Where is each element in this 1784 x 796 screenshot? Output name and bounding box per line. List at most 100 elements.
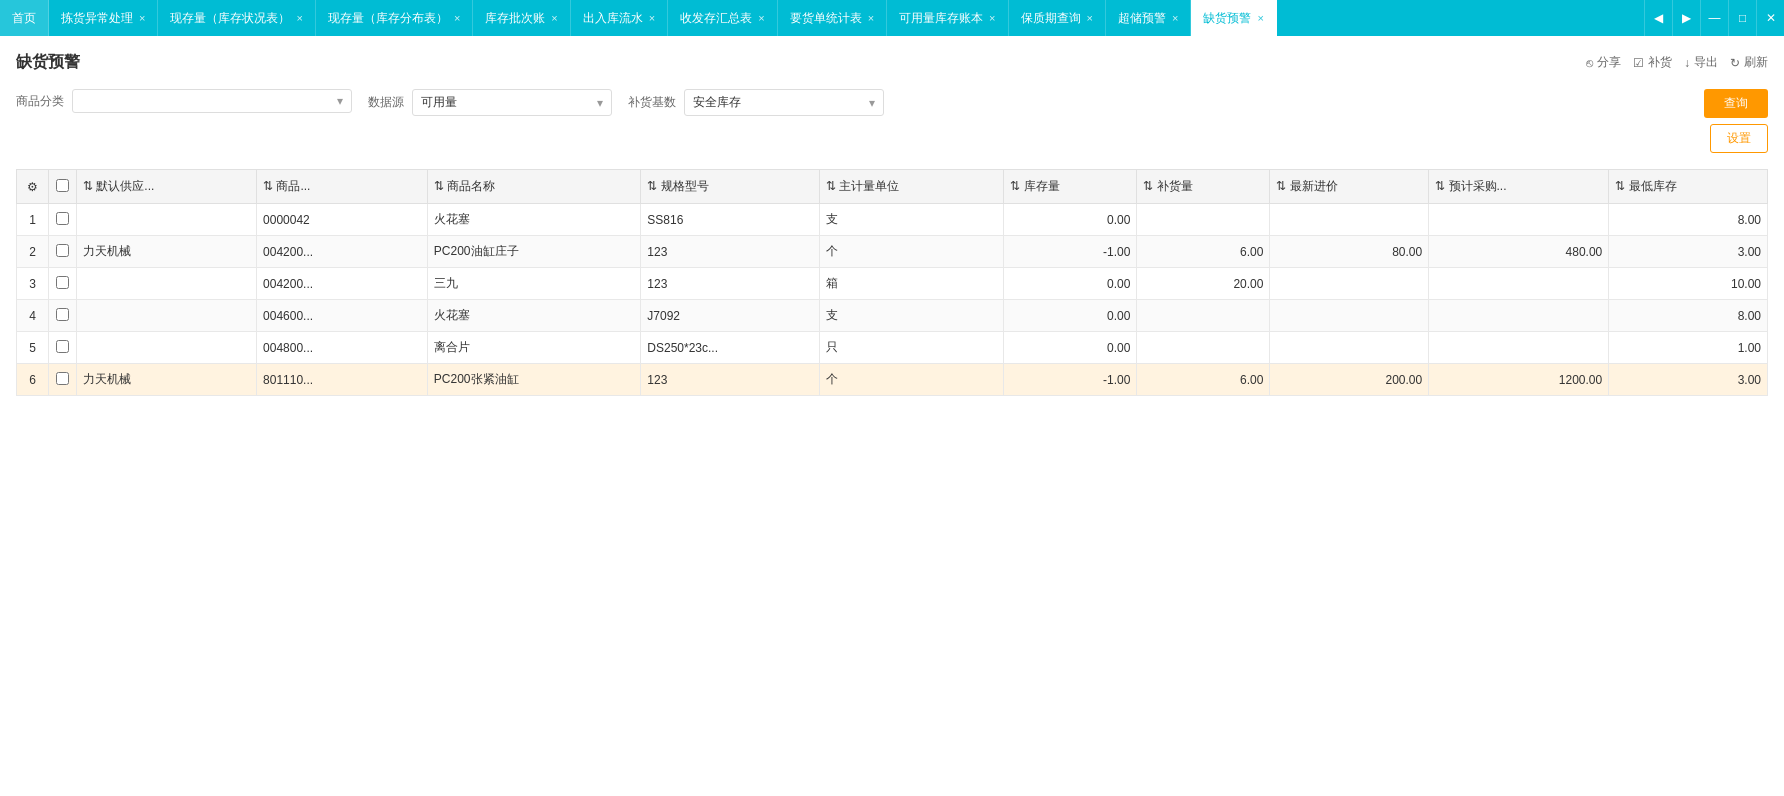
nav-tab-0[interactable]: 首页 [0,0,49,36]
share-btn[interactable]: ⎋ 分享 [1586,54,1621,71]
nav-tab-1[interactable]: 拣货异常处理 × [49,0,158,36]
table-body: 10000042火花塞SS816支0.008.002力天机械004200...P… [17,204,1768,396]
close-window-btn[interactable]: ✕ [1756,0,1784,36]
nav-tab-close-9[interactable]: × [1087,12,1093,24]
nav-tab-8[interactable]: 可用量库存账本 × [887,0,1008,36]
nav-tab-3[interactable]: 现存量（库存分布表） × [316,0,473,36]
refresh-btn[interactable]: ↻ 刷新 [1730,54,1768,71]
nav-tab-close-10[interactable]: × [1172,12,1178,24]
replenish-btn[interactable]: ☑ 补货 [1633,54,1672,71]
cell-code: 801110... [257,364,428,396]
nav-tab-4[interactable]: 库存批次账 × [473,0,570,36]
nav-tab-6[interactable]: 收发存汇总表 × [668,0,777,36]
col-settings[interactable]: ⚙ [17,170,49,204]
refresh-label: 刷新 [1744,54,1768,71]
row-checkbox[interactable] [56,372,69,385]
datasource-select[interactable]: 可用量 ▾ [412,89,612,116]
share-label: 分享 [1597,54,1621,71]
cell-replenish: 6.00 [1137,236,1270,268]
row-checkbox[interactable] [56,212,69,225]
sort-spec-icon[interactable]: ⇅ [647,179,657,193]
nav-tab-close-1[interactable]: × [139,12,145,24]
nav-tab-close-8[interactable]: × [989,12,995,24]
cell-latest_price: 80.00 [1270,236,1429,268]
sort-supplier-icon[interactable]: ⇅ [83,179,93,193]
row-checkbox[interactable] [56,340,69,353]
row-checkbox[interactable] [56,244,69,257]
nav-tab-close-2[interactable]: × [296,12,302,24]
nav-tab-label-5: 出入库流水 [583,10,643,27]
cell-supplier [77,300,257,332]
row-checkbox[interactable] [56,308,69,321]
cell-code: 004200... [257,268,428,300]
col-header-name: ⇅ 商品名称 [427,170,640,204]
replenish-base-filter: 补货基数 安全库存 ▾ [628,89,884,116]
nav-tab-label-0: 首页 [12,10,36,27]
cell-latest_price [1270,300,1429,332]
category-label: 商品分类 [16,93,64,110]
cell-estimated_purchase: 1200.00 [1429,364,1609,396]
minimize-btn[interactable]: — [1700,0,1728,36]
minstock-header-label: 最低库存 [1629,179,1677,193]
nav-tab-close-5[interactable]: × [649,12,655,24]
sort-code-icon[interactable]: ⇅ [263,179,273,193]
cell-estimated_purchase [1429,332,1609,364]
nav-tab-7[interactable]: 要货单统计表 × [778,0,887,36]
row-checkbox-cell [49,268,77,300]
nav-tab-close-6[interactable]: × [758,12,764,24]
nav-tab-9[interactable]: 保质期查询 × [1009,0,1106,36]
nav-arrows: ◀ ▶ — □ ✕ [1644,0,1784,36]
sort-stock-icon[interactable]: ⇅ [1010,179,1020,193]
settings-gear-icon: ⚙ [27,180,38,194]
sort-name-icon[interactable]: ⇅ [434,179,444,193]
nav-tab-label-7: 要货单统计表 [790,10,862,27]
cell-min_stock: 10.00 [1609,268,1768,300]
row-checkbox-cell [49,332,77,364]
export-label: 导出 [1694,54,1718,71]
table-row: 2力天机械004200...PC200油缸庄子123个-1.006.0080.0… [17,236,1768,268]
nav-tab-2[interactable]: 现存量（库存状况表） × [158,0,315,36]
name-header-label: 商品名称 [447,179,495,193]
cell-stock: -1.00 [1004,364,1137,396]
cell-unit: 只 [820,332,1004,364]
nav-tab-label-3: 现存量（库存分布表） [328,10,448,27]
cell-stock: 0.00 [1004,268,1137,300]
sort-purchase-icon[interactable]: ⇅ [1435,179,1445,193]
cell-replenish: 20.00 [1137,268,1270,300]
nav-tab-close-3[interactable]: × [454,12,460,24]
nav-tab-close-4[interactable]: × [551,12,557,24]
cell-replenish [1137,332,1270,364]
purchase-header-label: 预计采购... [1449,179,1507,193]
cell-supplier [77,268,257,300]
nav-left-arrow[interactable]: ◀ [1644,0,1672,36]
maximize-btn[interactable]: □ [1728,0,1756,36]
nav-tab-close-11[interactable]: × [1257,12,1263,24]
table-row: 4004600...火花塞J7092支0.008.00 [17,300,1768,332]
category-select[interactable]: ▾ [72,89,352,113]
query-button[interactable]: 查询 [1704,89,1768,118]
nav-tab-10[interactable]: 超储预警 × [1106,0,1191,36]
sort-unit-icon[interactable]: ⇅ [826,179,836,193]
cell-stock: 0.00 [1004,332,1137,364]
col-checkbox[interactable] [49,170,77,204]
col-header-minstock: ⇅ 最低库存 [1609,170,1768,204]
nav-right-arrow[interactable]: ▶ [1672,0,1700,36]
cell-supplier [77,332,257,364]
select-all-checkbox[interactable] [56,179,69,192]
header-actions: ⎋ 分享 ☑ 补货 ↓ 导出 ↻ 刷新 [1586,54,1768,71]
nav-tab-close-7[interactable]: × [868,12,874,24]
row-checkbox-cell [49,204,77,236]
settings-button[interactable]: 设置 [1710,124,1768,153]
sort-price-icon[interactable]: ⇅ [1276,179,1286,193]
export-btn[interactable]: ↓ 导出 [1684,54,1718,71]
col-header-purchase: ⇅ 预计采购... [1429,170,1609,204]
nav-tab-5[interactable]: 出入库流水 × [571,0,668,36]
replenish-base-select[interactable]: 安全库存 ▾ [684,89,884,116]
top-nav: 首页拣货异常处理 ×现存量（库存状况表） ×现存量（库存分布表） ×库存批次账 … [0,0,1784,36]
sort-replenish-icon[interactable]: ⇅ [1143,179,1153,193]
row-checkbox[interactable] [56,276,69,289]
nav-tab-11[interactable]: 缺货预警 × [1191,0,1276,36]
cell-latest_price: 200.00 [1270,364,1429,396]
cell-estimated_purchase: 480.00 [1429,236,1609,268]
sort-minstock-icon[interactable]: ⇅ [1615,179,1625,193]
